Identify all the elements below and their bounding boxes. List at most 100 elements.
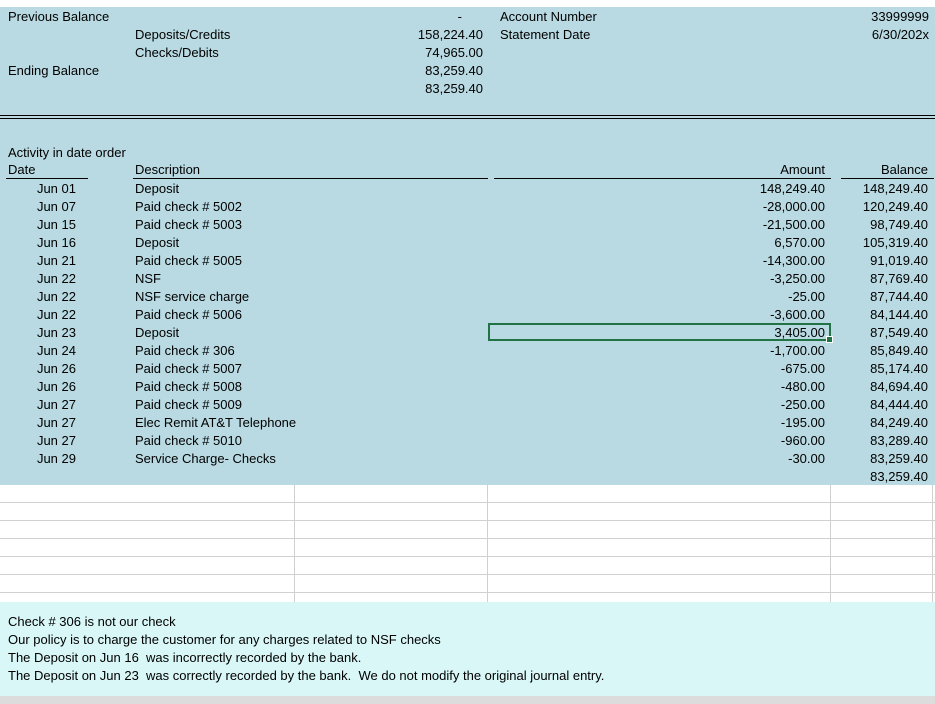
cell-date[interactable]: Jun 27: [0, 433, 88, 448]
cell-balance[interactable]: 98,749.40: [831, 217, 934, 232]
final-balance-value[interactable]: 83,259.40: [831, 469, 934, 484]
cell-balance[interactable]: 84,694.40: [831, 379, 934, 394]
cell-amount[interactable]: -25.00: [488, 287, 831, 305]
cell-amount[interactable]: -3,600.00: [488, 305, 831, 323]
cell-amount[interactable]: -30.00: [488, 449, 831, 467]
ending-balance-value[interactable]: 83,259.40: [425, 63, 483, 78]
empty-row[interactable]: [0, 593, 935, 602]
cell-date[interactable]: Jun 15: [0, 217, 88, 232]
ending-balance-repeat-value[interactable]: 83,259.40: [425, 81, 483, 96]
cell-balance[interactable]: 87,549.40: [831, 325, 934, 340]
cell-description[interactable]: Paid check # 5002: [133, 199, 488, 214]
cell-amount[interactable]: -675.00: [488, 359, 831, 377]
note-line[interactable]: Our policy is to charge the customer for…: [8, 630, 935, 648]
cell-date[interactable]: Jun 27: [0, 397, 88, 412]
header-amount[interactable]: Amount: [494, 161, 831, 179]
cell-amount[interactable]: -14,300.00: [488, 251, 831, 269]
cell-amount[interactable]: -195.00: [488, 413, 831, 431]
previous-balance-label[interactable]: Previous Balance: [0, 9, 133, 24]
cell-balance[interactable]: 84,444.40: [831, 397, 934, 412]
empty-row[interactable]: [0, 521, 935, 539]
cell-date[interactable]: Jun 29: [0, 451, 88, 466]
cell-description[interactable]: Paid check # 5009: [133, 397, 488, 412]
cell-description[interactable]: Paid check # 5008: [133, 379, 488, 394]
checks-debits-value[interactable]: 74,965.00: [425, 45, 483, 60]
cell-balance[interactable]: 120,249.40: [831, 199, 934, 214]
checks-debits-label[interactable]: Checks/Debits: [135, 45, 219, 60]
cell-description[interactable]: Deposit: [133, 325, 488, 340]
note-line[interactable]: The Deposit on Jun 16 was incorrectly re…: [8, 648, 935, 666]
cell-date[interactable]: Jun 01: [0, 181, 88, 196]
cell-amount[interactable]: -480.00: [488, 377, 831, 395]
cell-balance[interactable]: 83,289.40: [831, 433, 934, 448]
account-number-value[interactable]: 33999999: [831, 9, 934, 24]
cell-amount[interactable]: 3,405.00: [488, 323, 833, 343]
cell-amount[interactable]: -21,500.00: [488, 215, 831, 233]
cell-balance[interactable]: 85,174.40: [831, 361, 934, 376]
cell-amount[interactable]: 148,249.40: [488, 179, 831, 197]
cell-description[interactable]: Service Charge- Checks: [133, 451, 488, 466]
cell-date[interactable]: Jun 27: [0, 415, 88, 430]
cell-description[interactable]: Paid check # 306: [133, 343, 488, 358]
cell-balance[interactable]: 83,259.40: [831, 451, 934, 466]
cell-description[interactable]: Paid check # 5010: [133, 433, 488, 448]
header-balance[interactable]: Balance: [841, 161, 934, 179]
summary-value-cell: Checks/Debits 74,965.00: [133, 45, 488, 60]
cell-amount[interactable]: -1,700.00: [488, 341, 831, 359]
cell-date[interactable]: Jun 21: [0, 253, 88, 268]
table-row: Jun 16 Deposit 6,570.00 105,319.40: [0, 233, 935, 251]
cell-description[interactable]: NSF service charge: [133, 289, 488, 304]
cell-description[interactable]: NSF: [133, 271, 488, 286]
cell-balance[interactable]: 105,319.40: [831, 235, 934, 250]
cell-date[interactable]: Jun 07: [0, 199, 88, 214]
summary-row-ending-balance: Ending Balance 83,259.40: [0, 61, 935, 79]
empty-row[interactable]: [0, 485, 935, 503]
statement-date-label[interactable]: Statement Date: [488, 27, 831, 42]
cell-balance[interactable]: 87,744.40: [831, 289, 934, 304]
ending-balance-label[interactable]: Ending Balance: [0, 63, 133, 78]
empty-row[interactable]: [0, 503, 935, 521]
cell-amount[interactable]: -960.00: [488, 431, 831, 449]
cell-amount[interactable]: -250.00: [488, 395, 831, 413]
empty-row[interactable]: [0, 575, 935, 593]
cell-balance[interactable]: 148,249.40: [831, 181, 934, 196]
cell-description[interactable]: Paid check # 5005: [133, 253, 488, 268]
empty-row[interactable]: [0, 557, 935, 575]
cell-description[interactable]: Paid check # 5003: [133, 217, 488, 232]
account-number-label[interactable]: Account Number: [488, 9, 831, 24]
cell-description[interactable]: Deposit: [133, 235, 488, 250]
cell-date[interactable]: Jun 22: [0, 307, 88, 322]
cell-description[interactable]: Paid check # 5007: [133, 361, 488, 376]
cell-balance[interactable]: 84,144.40: [831, 307, 934, 322]
statement-date-value[interactable]: 6/30/202x: [831, 27, 934, 42]
empty-row[interactable]: [0, 539, 935, 557]
header-date[interactable]: Date: [6, 161, 88, 179]
previous-balance-value[interactable]: -: [458, 9, 483, 24]
note-line[interactable]: Check # 306 is not our check: [8, 612, 935, 630]
cell-date[interactable]: Jun 24: [0, 343, 88, 358]
cell-balance[interactable]: 87,769.40: [831, 271, 934, 286]
cell-date[interactable]: Jun 26: [0, 379, 88, 394]
cell-balance[interactable]: 84,249.40: [831, 415, 934, 430]
cell-description[interactable]: Paid check # 5006: [133, 307, 488, 322]
activity-title[interactable]: Activity in date order: [8, 145, 126, 160]
deposits-credits-label[interactable]: Deposits/Credits: [135, 27, 230, 42]
cell-date[interactable]: Jun 26: [0, 361, 88, 376]
cell-description[interactable]: Elec Remit AT&T Telephone: [133, 415, 488, 430]
cell-description[interactable]: Deposit: [133, 181, 488, 196]
cell-date[interactable]: Jun 16: [0, 235, 88, 250]
cell-date[interactable]: Jun 22: [0, 271, 88, 286]
cell-date[interactable]: Jun 22: [0, 289, 88, 304]
deposits-credits-value[interactable]: 158,224.40: [418, 27, 483, 42]
empty-cells-area: [0, 485, 935, 602]
cell-amount[interactable]: -3,250.00: [488, 269, 831, 287]
cell-date[interactable]: Jun 23: [0, 325, 88, 340]
cell-amount[interactable]: 6,570.00: [488, 233, 831, 251]
header-description[interactable]: Description: [133, 161, 488, 179]
cell-amount[interactable]: -28,000.00: [488, 197, 831, 215]
table-row: Jun 23 Deposit 3,405.00 87,549.40: [0, 323, 935, 343]
note-line[interactable]: The Deposit on Jun 23 was correctly reco…: [8, 666, 935, 684]
cell-balance[interactable]: 85,849.40: [831, 343, 934, 358]
cell-balance[interactable]: 91,019.40: [831, 253, 934, 268]
